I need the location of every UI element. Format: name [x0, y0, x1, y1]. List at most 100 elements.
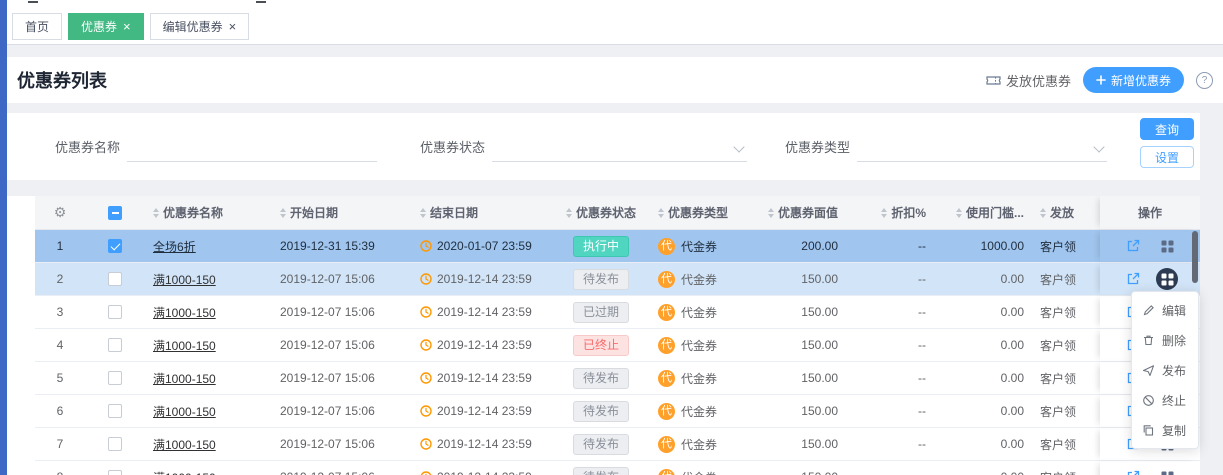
- coupon-type-cell: 代 代金券: [650, 395, 768, 427]
- table-row[interactable]: 3 满1000-150 2019-12-07 15:06 2019-12-14 …: [35, 296, 1200, 329]
- row-checkbox[interactable]: [108, 239, 122, 253]
- column-header-type[interactable]: 优惠券类型: [650, 196, 768, 229]
- table-row[interactable]: 1 全场6折 2019-12-31 15:39 2020-01-07 23:59…: [35, 230, 1200, 263]
- row-checkbox[interactable]: [108, 404, 122, 418]
- select-all-checkbox[interactable]: [108, 205, 122, 220]
- coupon-name-link[interactable]: 满1000-150: [153, 469, 216, 475]
- table-row[interactable]: 5 满1000-150 2019-12-07 15:06 2019-12-14 …: [35, 362, 1200, 395]
- end-date-cell: 2019-12-14 23:59: [412, 428, 552, 460]
- share-button[interactable]: [1122, 466, 1144, 475]
- row-checkbox[interactable]: [108, 305, 122, 319]
- table-settings-header[interactable]: ⚙: [35, 196, 85, 229]
- row-checkbox-cell: [85, 230, 145, 262]
- table-row[interactable]: 7 满1000-150 2019-12-07 15:06 2019-12-14 …: [35, 428, 1200, 461]
- coupon-name-input[interactable]: [127, 134, 378, 162]
- table-row[interactable]: 8 满1000-150 2019-12-07 15:06 2019-12-14 …: [35, 461, 1200, 475]
- status-cell: 待发布: [552, 461, 650, 475]
- coupon-name-link[interactable]: 满1000-150: [153, 403, 216, 420]
- row-checkbox[interactable]: [108, 437, 122, 451]
- status-badge: 待发布: [572, 367, 629, 389]
- column-header-start-date[interactable]: 开始日期: [272, 196, 412, 229]
- clock-icon: [420, 339, 432, 351]
- start-date-cell: 2019-12-07 15:06: [280, 305, 375, 319]
- coupon-name-link[interactable]: 满1000-150: [153, 304, 216, 321]
- distribute-coupon-button[interactable]: 发放优惠券: [986, 71, 1071, 90]
- help-icon[interactable]: ?: [1196, 71, 1213, 89]
- tabs: 首页 优惠券 × 编辑优惠券 ×: [12, 13, 250, 40]
- menu-item-edit[interactable]: 编辑: [1132, 295, 1198, 325]
- row-menu-button[interactable]: [1156, 235, 1178, 257]
- column-header-actions: 操作: [1100, 196, 1200, 229]
- settings-button[interactable]: 设置: [1140, 146, 1194, 168]
- filter-coupon-status: 优惠券状态: [420, 132, 748, 162]
- menu-item-copy[interactable]: 复制: [1132, 415, 1198, 445]
- row-checkbox[interactable]: [108, 371, 122, 385]
- voucher-icon: 代: [658, 468, 675, 475]
- tab-coupon[interactable]: 优惠券 ×: [68, 13, 144, 40]
- menu-item-label: 复制: [1162, 423, 1187, 438]
- menu-item-publish[interactable]: 发布: [1132, 355, 1198, 385]
- coupon-status-select[interactable]: [492, 134, 748, 162]
- coupon-type-cell: 代 代金券: [650, 461, 768, 475]
- chevron-down-icon: [1093, 141, 1105, 153]
- menu-item-label: 发布: [1162, 363, 1187, 378]
- coupon-name-link[interactable]: 满1000-150: [153, 436, 216, 453]
- tab-edit-coupon[interactable]: 编辑优惠券 ×: [149, 13, 250, 40]
- coupon-name-link[interactable]: 全场6折: [153, 238, 196, 255]
- column-label: 发放: [1050, 206, 1075, 220]
- voucher-icon: 代: [658, 270, 675, 288]
- face-value-cell: 150.00: [801, 338, 838, 352]
- row-menu-button[interactable]: [1156, 466, 1178, 475]
- column-header-name[interactable]: 优惠券名称: [145, 196, 272, 229]
- face-value-cell: 150.00: [801, 371, 838, 385]
- menu-item-terminate[interactable]: 终止: [1132, 385, 1198, 415]
- start-date-cell: 2019-12-31 15:39: [280, 239, 375, 253]
- column-header-end-date[interactable]: 结束日期: [412, 196, 552, 229]
- close-icon[interactable]: ×: [229, 20, 237, 33]
- table-row[interactable]: 6 满1000-150 2019-12-07 15:06 2019-12-14 …: [35, 395, 1200, 428]
- scrollbar-thumb[interactable]: [1192, 231, 1198, 283]
- coupon-type-label: 优惠券类型: [785, 140, 851, 155]
- threshold-cell: 0.00: [1000, 338, 1024, 352]
- terminate-icon: [1143, 394, 1154, 406]
- row-index: 7: [56, 437, 64, 451]
- row-checkbox[interactable]: [108, 272, 122, 286]
- row-menu-button[interactable]: [1156, 268, 1178, 290]
- face-value-cell: 150.00: [801, 272, 838, 286]
- table-row[interactable]: 4 满1000-150 2019-12-07 15:06 2019-12-14 …: [35, 329, 1200, 362]
- row-index: 6: [56, 404, 64, 418]
- clock-icon: [420, 306, 432, 318]
- close-icon[interactable]: ×: [123, 20, 131, 33]
- issue-cell: 客户领: [1040, 239, 1077, 254]
- threshold-cell: 0.00: [1000, 404, 1024, 418]
- row-checkbox[interactable]: [108, 338, 122, 352]
- column-header-issue[interactable]: 发放: [1032, 196, 1100, 229]
- coupon-type-select[interactable]: [857, 134, 1108, 162]
- coupon-name-link[interactable]: 满1000-150: [153, 370, 216, 387]
- grid-icon: [1161, 471, 1173, 475]
- menu-item-delete[interactable]: 删除: [1132, 325, 1198, 355]
- add-coupon-button[interactable]: 新增优惠券: [1082, 67, 1184, 93]
- table-header: ⚙ 优惠券名称 开始日期 结束日期 优惠券状态 优惠券类型 优惠券面值 折扣% …: [35, 196, 1200, 230]
- table-row[interactable]: 2 满1000-150 2019-12-07 15:06 2019-12-14 …: [35, 263, 1200, 296]
- page-header: 优惠券列表 发放优惠券 新增优惠券 ?: [7, 57, 1223, 103]
- search-button[interactable]: 查询: [1140, 118, 1194, 140]
- share-button[interactable]: [1122, 235, 1144, 257]
- coupon-name-link[interactable]: 满1000-150: [153, 271, 216, 288]
- start-date-cell: 2019-12-07 15:06: [280, 371, 375, 385]
- face-value-cell: 150.00: [801, 404, 838, 418]
- status-cell: 待发布: [552, 395, 650, 427]
- face-value-cell: 200.00: [801, 239, 838, 253]
- coupon-name-link[interactable]: 满1000-150: [153, 337, 216, 354]
- start-date-cell: 2019-12-07 15:06: [280, 404, 375, 418]
- tab-home[interactable]: 首页: [12, 13, 63, 40]
- column-header-threshold[interactable]: 使用门槛...: [940, 196, 1032, 229]
- discount-cell: --: [918, 404, 926, 418]
- column-header-discount[interactable]: 折扣%: [852, 196, 940, 229]
- column-header-status[interactable]: 优惠券状态: [552, 196, 650, 229]
- share-button[interactable]: [1122, 268, 1144, 290]
- row-checkbox[interactable]: [108, 470, 122, 475]
- column-header-face-value[interactable]: 优惠券面值: [768, 196, 852, 229]
- coupon-table: ⚙ 优惠券名称 开始日期 结束日期 优惠券状态 优惠券类型 优惠券面值 折扣% …: [7, 196, 1200, 475]
- face-value-cell: 150.00: [801, 305, 838, 319]
